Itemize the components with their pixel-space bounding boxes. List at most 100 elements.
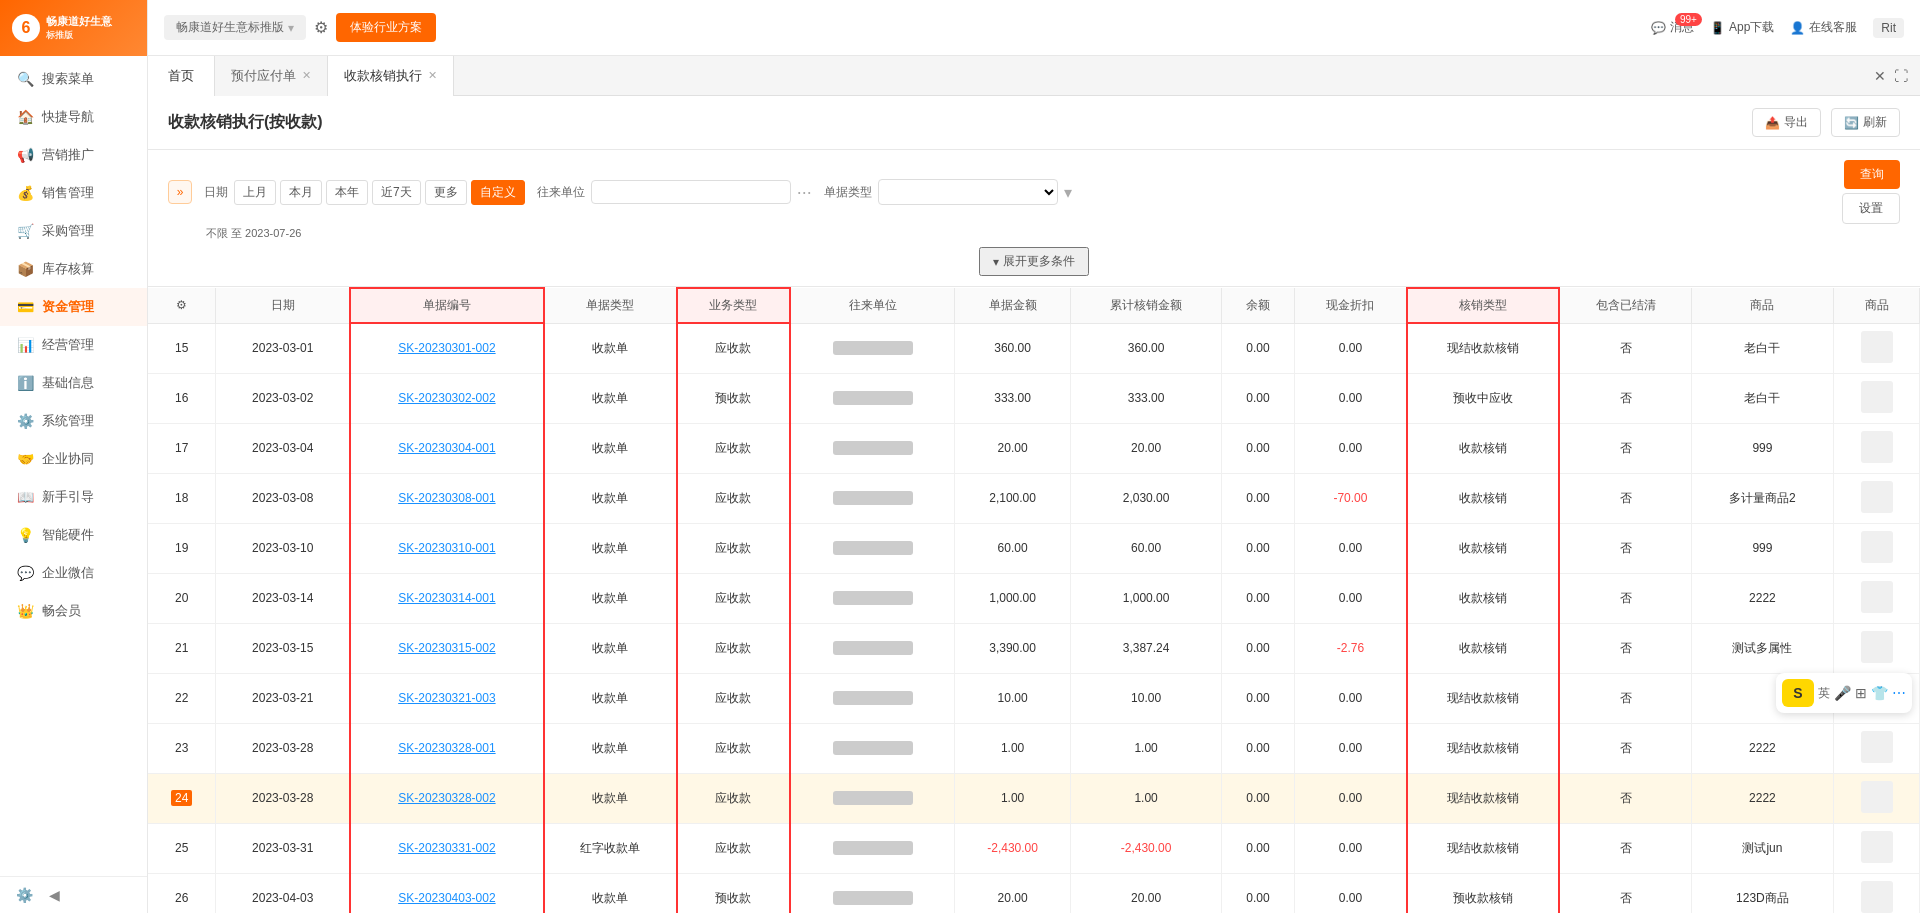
sidebar-item-quick-nav[interactable]: 🏠快捷导航 <box>0 98 147 136</box>
table-row[interactable]: 20 2023-03-14 SK-20230314-001 收款单 应收款 1,… <box>148 573 1920 623</box>
table-row[interactable]: 24 2023-03-28 SK-20230328-002 收款单 应收款 1.… <box>148 773 1920 823</box>
refresh-btn[interactable]: 🔄 刷新 <box>1831 108 1900 137</box>
float-shirt[interactable]: 👕 <box>1871 685 1888 701</box>
col-accumulated[interactable]: 累计核销金额 <box>1071 288 1222 323</box>
col-amount[interactable]: 单据金额 <box>955 288 1071 323</box>
table-row[interactable]: 17 2023-03-04 SK-20230304-001 收款单 应收款 20… <box>148 423 1920 473</box>
date-last-month[interactable]: 上月 <box>234 180 276 205</box>
tab-collection[interactable]: 收款核销执行 ✕ <box>328 56 454 96</box>
query-btn[interactable]: 查询 <box>1844 160 1900 189</box>
sidebar-item-operations[interactable]: 📊经营管理 <box>0 326 147 364</box>
voucher-link[interactable]: SK-20230308-001 <box>398 491 495 505</box>
date-this-month[interactable]: 本月 <box>280 180 322 205</box>
voucher-link[interactable]: SK-20230321-003 <box>398 691 495 705</box>
cell-voucher-no: SK-20230302-002 <box>350 373 544 423</box>
online-service-btn[interactable]: 👤 在线客服 <box>1790 19 1857 36</box>
voucher-link[interactable]: SK-20230403-002 <box>398 891 495 905</box>
voucher-link[interactable]: SK-20230328-002 <box>398 791 495 805</box>
table-row[interactable]: 26 2023-04-03 SK-20230403-002 收款单 预收款 20… <box>148 873 1920 913</box>
cell-num: 23 <box>148 723 216 773</box>
table-row[interactable]: 15 2023-03-01 SK-20230301-002 收款单 应收款 36… <box>148 323 1920 373</box>
col-cash-discount[interactable]: 现金折扣 <box>1294 288 1407 323</box>
cell-voucher-type: 收款单 <box>544 773 677 823</box>
sidebar-item-hardware[interactable]: 💡智能硬件 <box>0 516 147 554</box>
message-btn[interactable]: 💬 消息 99+ <box>1651 19 1694 36</box>
sidebar-item-search[interactable]: 🔍搜索菜单 <box>0 60 147 98</box>
col-voucher-no[interactable]: 单据编号 <box>350 288 544 323</box>
cell-product: 多计量商品2 <box>1691 473 1833 523</box>
tab-collection-close[interactable]: ✕ <box>428 69 437 82</box>
table-row[interactable]: 18 2023-03-08 SK-20230308-001 收款单 应收款 2,… <box>148 473 1920 523</box>
cell-include-settled: 否 <box>1559 523 1691 573</box>
date-this-year[interactable]: 本年 <box>326 180 368 205</box>
app-download-btn[interactable]: 📱 App下载 <box>1710 19 1774 36</box>
col-balance[interactable]: 余额 <box>1221 288 1294 323</box>
sidebar-item-basic[interactable]: ℹ️基础信息 <box>0 364 147 402</box>
collapse-icon[interactable]: ◀ <box>49 887 60 903</box>
voucher-link[interactable]: SK-20230315-002 <box>398 641 495 655</box>
col-voucher-type[interactable]: 单据类型 <box>544 288 677 323</box>
table-row[interactable]: 22 2023-03-21 SK-20230321-003 收款单 应收款 10… <box>148 673 1920 723</box>
cell-accumulated: 360.00 <box>1071 323 1222 373</box>
sidebar-label-sales: 销售管理 <box>42 184 94 202</box>
sidebar: 6 畅康道好生意 标推版 🔍搜索菜单🏠快捷导航📢营销推广💰销售管理🛒采购管理📦库… <box>0 0 148 913</box>
float-grid[interactable]: ⊞ <box>1855 685 1867 701</box>
float-mic[interactable]: 🎤 <box>1834 685 1851 701</box>
voucher-link[interactable]: SK-20230302-002 <box>398 391 495 405</box>
col-settings[interactable]: ⚙ <box>148 288 216 323</box>
table-row[interactable]: 25 2023-03-31 SK-20230331-002 红字收款单 应收款 … <box>148 823 1920 873</box>
cell-date: 2023-03-10 <box>216 523 350 573</box>
date-custom[interactable]: 自定义 <box>471 180 525 205</box>
col-cancel-type[interactable]: 核销类型 <box>1407 288 1559 323</box>
sidebar-item-system[interactable]: ⚙️系统管理 <box>0 402 147 440</box>
user-profile[interactable]: Rit <box>1873 18 1904 38</box>
voucher-dropdown-icon[interactable]: ▾ <box>1064 183 1072 202</box>
date-7days[interactable]: 近7天 <box>372 180 421 205</box>
sidebar-item-finance[interactable]: 💳资金管理 <box>0 288 147 326</box>
col-product[interactable]: 商品 <box>1691 288 1833 323</box>
partner-input[interactable] <box>591 180 791 204</box>
voucher-link[interactable]: SK-20230314-001 <box>398 591 495 605</box>
col-partner[interactable]: 往来单位 <box>790 288 954 323</box>
col-product-img[interactable]: 商品 <box>1834 288 1920 323</box>
sidebar-item-wechat[interactable]: 💬企业微信 <box>0 554 147 592</box>
settings-icon[interactable]: ⚙️ <box>16 887 33 903</box>
table-row[interactable]: 23 2023-03-28 SK-20230328-001 收款单 应收款 1.… <box>148 723 1920 773</box>
topbar-gear-icon[interactable]: ⚙ <box>314 18 328 37</box>
expand-more-btn[interactable]: ▾ 展开更多条件 <box>979 247 1089 276</box>
cell-product: 测试jun <box>1691 823 1833 873</box>
tab-prepay[interactable]: 预付应付单 ✕ <box>215 56 328 96</box>
col-include-settled[interactable]: 包含已结清 <box>1559 288 1691 323</box>
sidebar-item-purchase[interactable]: 🛒采购管理 <box>0 212 147 250</box>
float-apps[interactable]: ⋯ <box>1892 685 1906 701</box>
col-date[interactable]: 日期 <box>216 288 350 323</box>
filter-expand-btn[interactable]: » <box>168 180 192 204</box>
sidebar-item-enterprise[interactable]: 🤝企业协同 <box>0 440 147 478</box>
tab-maximize-icon[interactable]: ⛶ <box>1894 68 1908 84</box>
export-btn[interactable]: 📤 导出 <box>1752 108 1821 137</box>
sidebar-item-sales[interactable]: 💰销售管理 <box>0 174 147 212</box>
sidebar-item-marketing[interactable]: 📢营销推广 <box>0 136 147 174</box>
sidebar-item-member[interactable]: 👑畅会员 <box>0 592 147 630</box>
sidebar-item-guide[interactable]: 📖新手引导 <box>0 478 147 516</box>
voucher-link[interactable]: SK-20230331-002 <box>398 841 495 855</box>
sidebar-icon-finance: 💳 <box>16 299 34 315</box>
partner-ellipsis[interactable]: ··· <box>797 182 812 203</box>
voucher-link[interactable]: SK-20230328-001 <box>398 741 495 755</box>
sidebar-item-inventory[interactable]: 📦库存核算 <box>0 250 147 288</box>
tab-close-all-icon[interactable]: ✕ <box>1874 68 1886 84</box>
voucher-link[interactable]: SK-20230304-001 <box>398 441 495 455</box>
table-row[interactable]: 21 2023-03-15 SK-20230315-002 收款单 应收款 3,… <box>148 623 1920 673</box>
voucher-link[interactable]: SK-20230310-001 <box>398 541 495 555</box>
voucher-link[interactable]: SK-20230301-002 <box>398 341 495 355</box>
tab-prepay-close[interactable]: ✕ <box>302 69 311 82</box>
voucher-type-select[interactable] <box>878 179 1058 205</box>
date-more[interactable]: 更多 <box>425 180 467 205</box>
col-biz-type[interactable]: 业务类型 <box>677 288 790 323</box>
table-row[interactable]: 19 2023-03-10 SK-20230310-001 收款单 应收款 60… <box>148 523 1920 573</box>
table-row[interactable]: 16 2023-03-02 SK-20230302-002 收款单 预收款 33… <box>148 373 1920 423</box>
tab-home[interactable]: 首页 <box>148 56 215 96</box>
setting-btn[interactable]: 设置 <box>1842 193 1900 224</box>
cell-cancel-type: 收款核销 <box>1407 573 1559 623</box>
industry-btn[interactable]: 体验行业方案 <box>336 13 436 42</box>
